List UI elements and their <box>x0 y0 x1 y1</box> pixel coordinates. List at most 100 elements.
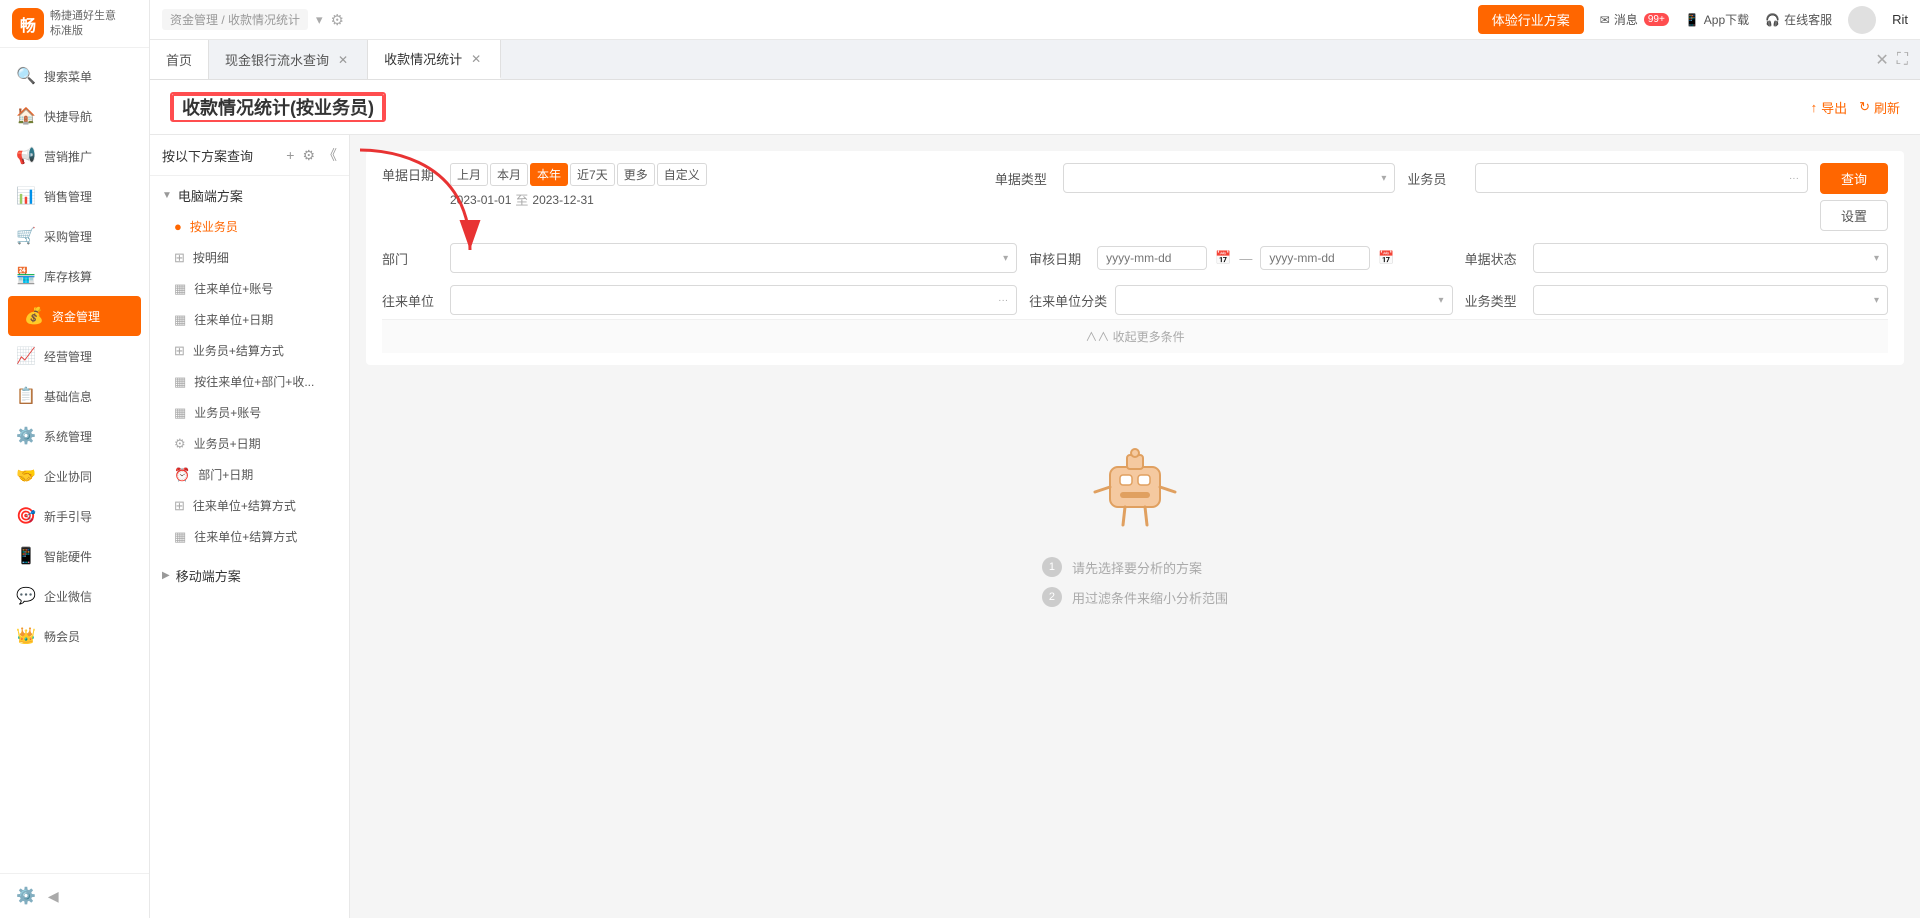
sidebar-item-operation[interactable]: 📈 经营管理 <box>0 336 149 376</box>
scheme-item-salesman-account[interactable]: ▦ 业务员+账号 <box>150 397 349 428</box>
salesman-scheme-icon: ● <box>174 219 182 234</box>
sidebar-item-marketing[interactable]: 📢 营销推广 <box>0 136 149 176</box>
salesman-settle-icon: ⊞ <box>174 343 185 359</box>
scheme-item-dept-date[interactable]: ⏰ 部门+日期 <box>150 459 349 490</box>
date-from-value: 2023-01-01 <box>450 193 511 207</box>
add-scheme-button[interactable]: + <box>286 147 294 163</box>
breadcrumb: 资金管理 / 收款情况统计 <box>162 9 308 30</box>
enterprise-icon: 🤝 <box>16 466 36 486</box>
tab-collection[interactable]: 收款情况统计 ✕ <box>368 40 501 79</box>
collapse-more-button[interactable]: ∧∧ 收起更多条件 <box>382 319 1888 353</box>
online-service-button[interactable]: 🎧 在线客服 <box>1765 11 1832 28</box>
dept-label: 部门 <box>382 249 442 268</box>
app-logo-icon: 畅 <box>12 8 44 40</box>
voucher-status-label: 单据状态 <box>1465 249 1525 268</box>
home-icon: 🏠 <box>16 106 36 126</box>
scheme-settings-button[interactable]: ⚙ <box>302 147 315 164</box>
empty-state-icon <box>1085 437 1185 537</box>
salesman-select[interactable]: ··· <box>1475 163 1808 193</box>
settings-footer-icon[interactable]: ⚙️ <box>16 886 36 906</box>
scheme-item-by-salesman[interactable]: ● 按业务员 <box>150 211 349 242</box>
sidebar-item-hardware[interactable]: 📱 智能硬件 <box>0 536 149 576</box>
scheme-item-partner-date[interactable]: ▦ 往来单位+日期 <box>150 304 349 335</box>
messages-button[interactable]: ✉ 消息 99+ <box>1600 11 1669 28</box>
date-separator: 至 <box>515 190 528 209</box>
tab-bank-close[interactable]: ✕ <box>335 52 351 68</box>
date-btn-last-7-days[interactable]: 近7天 <box>570 163 615 186</box>
step-1-text: 请先选择要分析的方案 <box>1072 558 1202 577</box>
messages-badge: 99+ <box>1644 13 1669 26</box>
scheme-item-by-detail[interactable]: ⊞ 按明细 <box>150 242 349 273</box>
app-logo-text: 畅捷通好生意 标准版 <box>50 9 116 38</box>
dept-select[interactable]: ▾ <box>450 243 1017 273</box>
partner-category-select[interactable]: ▾ <box>1115 285 1452 315</box>
export-button[interactable]: ↑ 导出 <box>1811 98 1848 117</box>
sidebar-item-system[interactable]: ⚙️ 系统管理 <box>0 416 149 456</box>
user-avatar[interactable] <box>1848 6 1876 34</box>
download-icon: 📱 <box>1685 13 1700 27</box>
tab-expand-icon[interactable]: ⛶ <box>1897 51 1908 69</box>
date-btn-more[interactable]: 更多 <box>617 163 655 186</box>
scheme-item-partner-account[interactable]: ▦ 往来单位+账号 <box>150 273 349 304</box>
date-btn-last-month[interactable]: 上月 <box>450 163 488 186</box>
query-button[interactable]: 查询 <box>1820 163 1888 194</box>
settings-button[interactable]: 设置 <box>1820 200 1888 231</box>
scheme-item-salesman-settle[interactable]: ⊞ 业务员+结算方式 <box>150 335 349 366</box>
sidebar-item-enterprise[interactable]: 🤝 企业协同 <box>0 456 149 496</box>
collapse-sidebar-icon[interactable]: ◀ <box>48 888 59 905</box>
calendar-icon-to[interactable]: 📅 <box>1378 250 1394 266</box>
sidebar-item-sales[interactable]: 📊 销售管理 <box>0 176 149 216</box>
review-date-from[interactable] <box>1097 246 1207 270</box>
app-download-button[interactable]: 📱 App下载 <box>1685 11 1749 28</box>
scheme-item-partner-settle[interactable]: ⊞ 往来单位+结算方式 <box>150 490 349 521</box>
sidebar-item-shortcut[interactable]: 🏠 快捷导航 <box>0 96 149 136</box>
sidebar-nav: 🔍 搜索菜单 🏠 快捷导航 📢 营销推广 📊 销售管理 🛒 采购管理 🏪 库存核… <box>0 48 149 873</box>
top-header: 资金管理 / 收款情况统计 ▾ ⚙ 体验行业方案 ✉ 消息 99+ 📱 App下… <box>150 0 1920 40</box>
message-icon: ✉ <box>1600 13 1610 27</box>
sidebar-item-inventory[interactable]: 🏪 库存核算 <box>0 256 149 296</box>
partner-dept-icon: ▦ <box>174 374 186 390</box>
tab-collection-close[interactable]: ✕ <box>468 51 484 67</box>
scheme-item-salesman-date[interactable]: ⚙ 业务员+日期 <box>150 428 349 459</box>
right-content: 单据日期 上月 本月 本年 近7天 更多 自定义 2023-01-0 <box>350 135 1920 918</box>
sidebar-item-search[interactable]: 🔍 搜索菜单 <box>0 56 149 96</box>
finance-icon: 💰 <box>24 306 44 326</box>
sidebar-item-basic[interactable]: 📋 基础信息 <box>0 376 149 416</box>
tab-close-all-icon[interactable]: ✕ <box>1875 50 1888 70</box>
date-btn-custom[interactable]: 自定义 <box>657 163 707 186</box>
sidebar-item-purchase[interactable]: 🛒 采购管理 <box>0 216 149 256</box>
refresh-button[interactable]: ↻ 刷新 <box>1859 98 1900 117</box>
tab-bar-right: ✕ ⛶ <box>1875 40 1920 79</box>
voucher-status-select[interactable]: ▾ <box>1533 243 1888 273</box>
query-buttons: 查询 设置 <box>1820 163 1888 231</box>
date-btn-this-year[interactable]: 本年 <box>530 163 568 186</box>
voucher-type-select[interactable]: ▾ <box>1063 163 1396 193</box>
mobile-group-title[interactable]: ▶ 移动端方案 <box>150 560 349 591</box>
service-icon: 🎧 <box>1765 13 1780 27</box>
gear-icon-header[interactable]: ⚙ <box>331 11 344 29</box>
review-date-label: 审核日期 <box>1029 249 1089 268</box>
refresh-icon: ↻ <box>1859 99 1870 115</box>
sidebar-item-wechat[interactable]: 💬 企业微信 <box>0 576 149 616</box>
scheme-item-partner-dept[interactable]: ▦ 按往来单位+部门+收... <box>150 366 349 397</box>
sidebar-item-guide[interactable]: 🎯 新手引导 <box>0 496 149 536</box>
scheme-item-partner-settle2[interactable]: ▦ 往来单位+结算方式 <box>150 521 349 552</box>
business-type-select[interactable]: ▾ <box>1533 285 1888 315</box>
breadcrumb-dropdown-icon[interactable]: ▾ <box>316 12 323 28</box>
empty-state: 1 请先选择要分析的方案 2 用过滤条件来缩小分析范围 <box>366 377 1904 677</box>
voucher-type-label: 单据类型 <box>995 169 1055 188</box>
sidebar-item-member[interactable]: 👑 畅会员 <box>0 616 149 656</box>
collapse-panel-button[interactable]: 《 <box>323 145 337 165</box>
date-filter-label: 单据日期 <box>382 165 442 184</box>
tab-bank[interactable]: 现金银行流水查询 ✕ <box>209 40 368 79</box>
calendar-icon-from[interactable]: 📅 <box>1215 250 1231 266</box>
trial-button[interactable]: 体验行业方案 <box>1478 5 1584 34</box>
tab-home[interactable]: 首页 <box>150 40 209 79</box>
date-btn-this-month[interactable]: 本月 <box>490 163 528 186</box>
step-1-num: 1 <box>1042 557 1062 577</box>
sidebar-item-finance[interactable]: 💰 资金管理 <box>8 296 141 336</box>
desktop-group-title[interactable]: ▼ 电脑端方案 <box>150 180 349 211</box>
review-date-to[interactable] <box>1260 246 1370 270</box>
sidebar-item-label: 搜索菜单 <box>44 68 92 85</box>
partner-select[interactable]: ··· <box>450 285 1017 315</box>
